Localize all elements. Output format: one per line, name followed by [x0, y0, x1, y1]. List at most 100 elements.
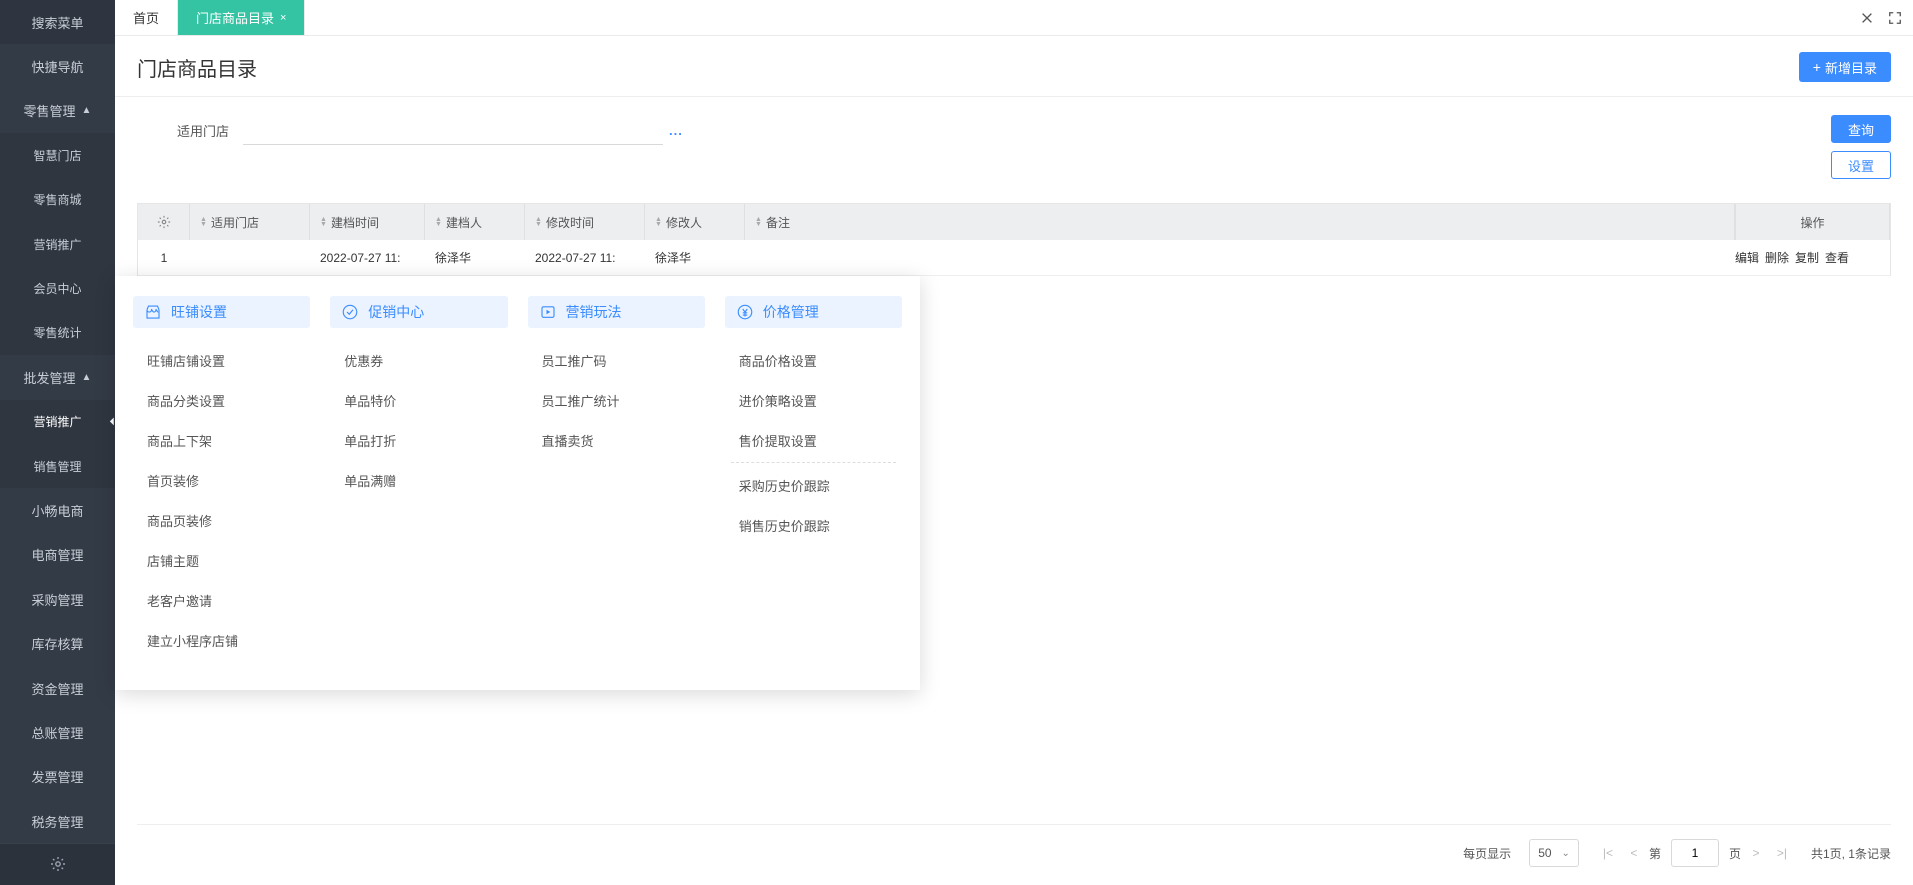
- play-icon: [538, 302, 558, 322]
- menu-link[interactable]: 售价提取设置: [725, 420, 902, 460]
- menu-link[interactable]: 商品价格设置: [725, 340, 902, 380]
- menu-link[interactable]: 商品上下架: [133, 420, 310, 460]
- sidebar-item-16[interactable]: 总账管理: [0, 710, 115, 754]
- sidebar-item-15[interactable]: 资金管理: [0, 666, 115, 710]
- sidebar-item-10[interactable]: 销售管理: [0, 444, 115, 488]
- menu-link[interactable]: 销售历史价跟踪: [725, 505, 902, 545]
- menu-col-2: 营销玩法员工推广码员工推广统计直播卖货: [528, 296, 705, 660]
- menu-col-header: 促销中心: [330, 296, 507, 328]
- sidebar-item-1[interactable]: 快捷导航: [0, 44, 115, 88]
- sidebar-item-11[interactable]: 小畅电商: [0, 488, 115, 532]
- sidebar-item-12[interactable]: 电商管理: [0, 533, 115, 577]
- sidebar-item-3[interactable]: 智慧门店: [0, 133, 115, 177]
- row-action[interactable]: 删除: [1765, 249, 1789, 266]
- filter-store-more-icon[interactable]: ...: [669, 123, 683, 138]
- sidebar-item-9[interactable]: 营销推广: [0, 400, 115, 444]
- row-action[interactable]: 复制: [1795, 249, 1819, 266]
- tab-0[interactable]: 首页: [115, 0, 178, 35]
- marketing-mega-menu: 旺铺设置旺铺店铺设置商品分类设置商品上下架首页装修商品页装修店铺主题老客户邀请建…: [115, 276, 920, 690]
- row-action[interactable]: 编辑: [1735, 249, 1759, 266]
- th-mtime[interactable]: ▲▼修改时间: [525, 204, 645, 240]
- tab-1[interactable]: 门店商品目录×: [178, 0, 305, 35]
- sidebar-item-17[interactable]: 发票管理: [0, 755, 115, 799]
- sidebar-item-4[interactable]: 零售商城: [0, 178, 115, 222]
- th-ctime[interactable]: ▲▼建档时间: [310, 204, 425, 240]
- per-page-label: 每页显示: [1463, 845, 1511, 862]
- fullscreen-icon[interactable]: [1887, 10, 1903, 26]
- menu-col-header: 营销玩法: [528, 296, 705, 328]
- sidebar-item-13[interactable]: 采购管理: [0, 577, 115, 621]
- sidebar-item-6[interactable]: 会员中心: [0, 266, 115, 310]
- row-actions: 编辑删除复制查看: [1735, 249, 1890, 266]
- menu-link[interactable]: 员工推广码: [528, 340, 705, 380]
- th-op: 操作: [1735, 204, 1890, 240]
- caret-icon: ▲: [82, 372, 92, 383]
- sidebar-item-8[interactable]: 批发管理▲: [0, 355, 115, 399]
- page-last-button[interactable]: >|: [1771, 842, 1793, 864]
- page-prev-button[interactable]: <: [1623, 842, 1645, 864]
- filter-row: 适用门店 ... 查询 设置: [115, 97, 1913, 183]
- page-title: 门店商品目录: [137, 53, 257, 82]
- th-creator[interactable]: ▲▼建档人: [425, 204, 525, 240]
- page-label-post: 页: [1729, 845, 1741, 862]
- menu-link[interactable]: 单品打折: [330, 420, 507, 460]
- page-next-button[interactable]: >: [1745, 842, 1767, 864]
- promo-icon: [340, 302, 360, 322]
- page-number-input[interactable]: [1671, 839, 1719, 867]
- close-icon[interactable]: ×: [280, 12, 286, 24]
- filter-store-label: 适用门店: [177, 121, 229, 140]
- column-config-icon[interactable]: [138, 204, 190, 240]
- menu-link[interactable]: 单品特价: [330, 380, 507, 420]
- pagination: 每页显示 50 ⌄ |< < 第 页 > >| 共1页, 1条记录: [137, 824, 1891, 885]
- menu-link[interactable]: 首页装修: [133, 460, 310, 500]
- menu-link[interactable]: 员工推广统计: [528, 380, 705, 420]
- menu-link[interactable]: 单品满赠: [330, 460, 507, 500]
- menu-link[interactable]: 商品页装修: [133, 500, 310, 540]
- menu-col-3: 价格管理商品价格设置进价策略设置售价提取设置采购历史价跟踪销售历史价跟踪: [725, 296, 902, 660]
- sidebar-item-7[interactable]: 零售统计: [0, 311, 115, 355]
- table-header: ▲▼适用门店 ▲▼建档时间 ▲▼建档人 ▲▼修改时间 ▲▼修改人 ▲▼备注 操作: [138, 204, 1890, 240]
- menu-link[interactable]: 老客户邀请: [133, 580, 310, 620]
- settings-button[interactable]: 设置: [1831, 151, 1891, 179]
- th-remark[interactable]: ▲▼备注: [745, 204, 1735, 240]
- menu-link[interactable]: 采购历史价跟踪: [725, 465, 902, 505]
- th-store[interactable]: ▲▼适用门店: [190, 204, 310, 240]
- table-row: 12022-07-27 11:徐泽华2022-07-27 11:徐泽华编辑删除复…: [138, 240, 1890, 276]
- filter-store-input[interactable]: [243, 115, 663, 145]
- row-action[interactable]: 查看: [1825, 249, 1849, 266]
- query-button[interactable]: 查询: [1831, 115, 1891, 143]
- sort-icon: ▲▼: [655, 217, 662, 227]
- sidebar-item-2[interactable]: 零售管理▲: [0, 89, 115, 133]
- menu-col-header: 旺铺设置: [133, 296, 310, 328]
- th-modifier[interactable]: ▲▼修改人: [645, 204, 745, 240]
- sort-icon: ▲▼: [320, 217, 327, 227]
- menu-link[interactable]: 优惠券: [330, 340, 507, 380]
- close-all-icon[interactable]: [1859, 10, 1875, 26]
- menu-link[interactable]: 直播卖货: [528, 420, 705, 460]
- sidebar-item-14[interactable]: 库存核算: [0, 621, 115, 665]
- sidebar-item-18[interactable]: 税务管理: [0, 799, 115, 843]
- page-header: 门店商品目录 新增目录: [115, 36, 1913, 97]
- per-page-select[interactable]: 50 ⌄: [1529, 839, 1579, 867]
- chevron-down-icon: ⌄: [1562, 848, 1570, 859]
- menu-link[interactable]: 建立小程序店铺: [133, 620, 310, 660]
- sidebar-settings-button[interactable]: [0, 844, 115, 885]
- add-catalog-button[interactable]: 新增目录: [1799, 52, 1891, 82]
- page-label-pre: 第: [1649, 845, 1661, 862]
- pagination-summary: 共1页, 1条记录: [1811, 845, 1891, 862]
- menu-link[interactable]: 店铺主题: [133, 540, 310, 580]
- sidebar-item-5[interactable]: 营销推广: [0, 222, 115, 266]
- price-icon: [735, 302, 755, 322]
- caret-icon: ▲: [82, 105, 92, 116]
- page-first-button[interactable]: |<: [1597, 842, 1619, 864]
- data-table: ▲▼适用门店 ▲▼建档时间 ▲▼建档人 ▲▼修改时间 ▲▼修改人 ▲▼备注 操作…: [137, 203, 1891, 276]
- menu-link[interactable]: 进价策略设置: [725, 380, 902, 420]
- menu-link[interactable]: 商品分类设置: [133, 380, 310, 420]
- menu-link[interactable]: 旺铺店铺设置: [133, 340, 310, 380]
- menu-col-0: 旺铺设置旺铺店铺设置商品分类设置商品上下架首页装修商品页装修店铺主题老客户邀请建…: [133, 296, 310, 660]
- menu-col-1: 促销中心优惠券单品特价单品打折单品满赠: [330, 296, 507, 660]
- sort-icon: ▲▼: [755, 217, 762, 227]
- sort-icon: ▲▼: [435, 217, 442, 227]
- sidebar-item-0[interactable]: 搜索菜单: [0, 0, 115, 44]
- tabs-bar: 首页门店商品目录×: [115, 0, 1913, 36]
